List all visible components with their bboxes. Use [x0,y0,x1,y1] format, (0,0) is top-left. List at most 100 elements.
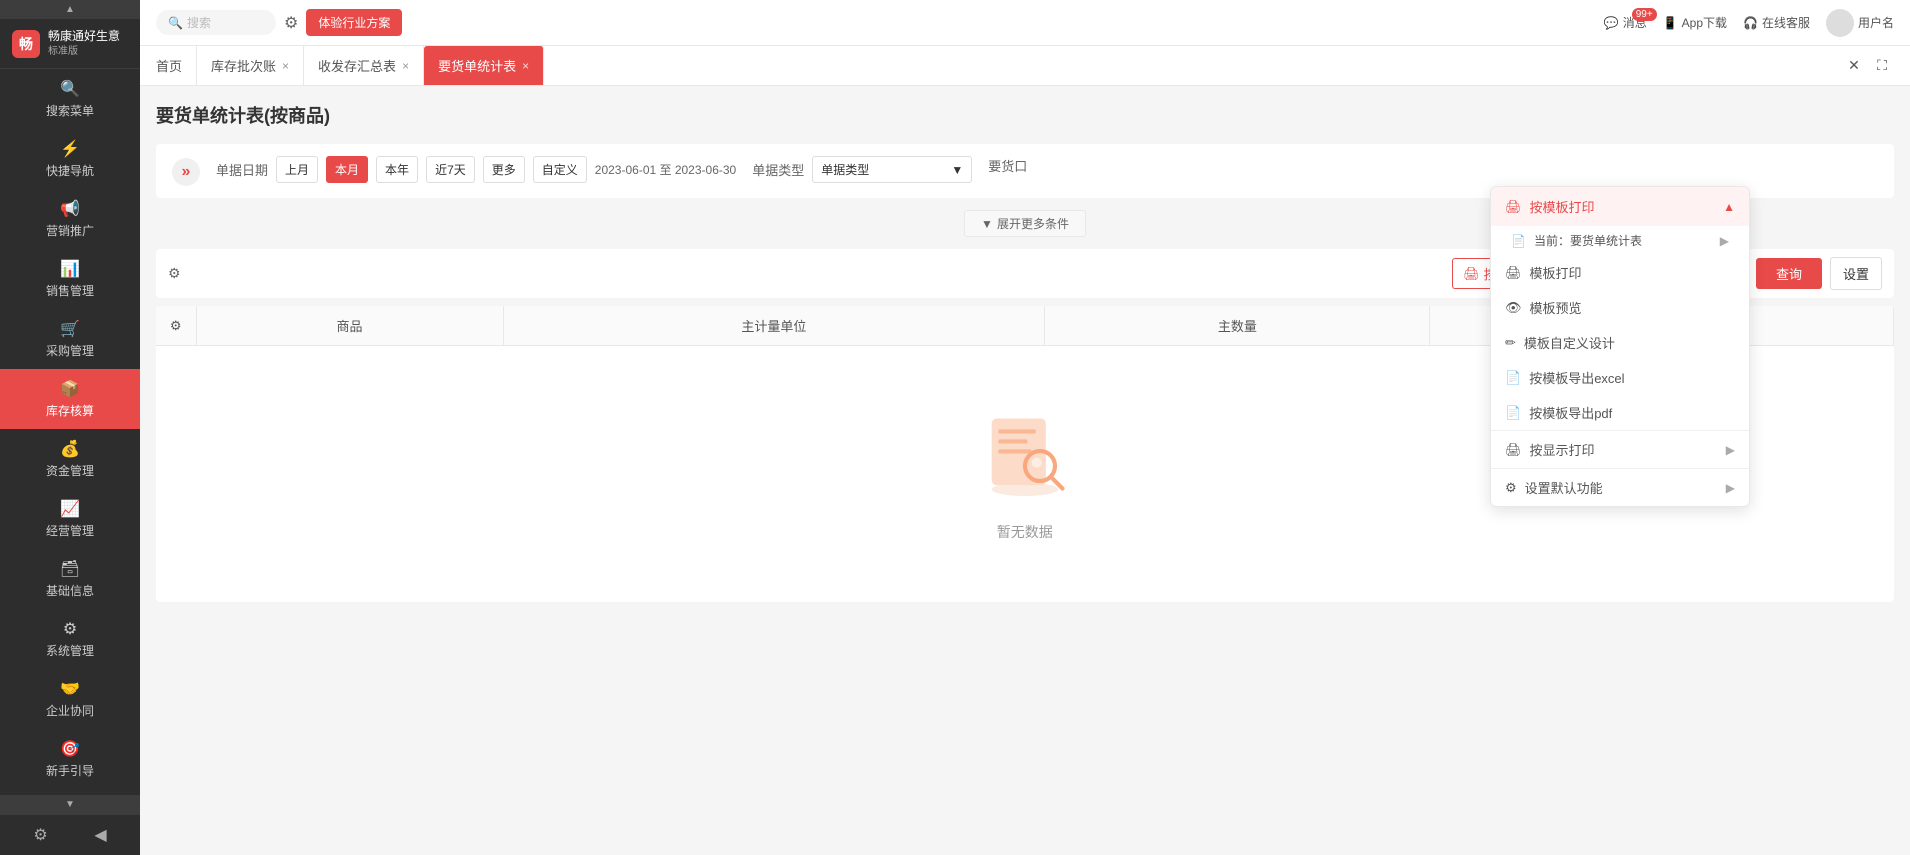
tab-inventory-batch[interactable]: 库存批次账 × [197,46,304,85]
empty-text: 暂无数据 [997,522,1053,542]
sidebar-item-quick-nav[interactable]: ⚡ 快捷导航 [0,129,140,189]
dropdown-display-print[interactable]: 🖨 按显示打印 ▶ [1491,430,1749,468]
quick-nav-icon: ⚡ [60,139,80,159]
sidebar-item-inventory[interactable]: 📦 库存核算 [0,369,140,429]
sidebar-item-operation[interactable]: 📈 经营管理 [0,489,140,549]
dropdown-item-template-print-left: 🖨 模板打印 [1505,263,1582,282]
dropdown-item-export-pdf-left: 📄 按模板导出pdf [1505,403,1612,422]
dropdown-set-default-label: 设置默认功能 [1525,478,1603,497]
sidebar-item-search[interactable]: 🔍 搜索菜单 [0,69,140,129]
sidebar-item-label: 新手引导 [46,762,94,779]
tab-close-all-btn[interactable]: ✕ [1842,54,1866,78]
dropdown-item-template-custom-left: ✏ 模板自定义设计 [1505,333,1615,352]
date-btn-custom[interactable]: 自定义 [533,156,587,183]
order-type-value: 单据类型 [821,161,869,178]
app-name: 畅康通好生意 标准版 [48,29,120,58]
expand-more-button[interactable]: ▼ 展开更多条件 [964,210,1086,237]
col-unit-header: 主计量单位 [503,306,1045,346]
dropdown-item-export-excel[interactable]: 📄 按模板导出excel [1491,360,1749,395]
app-download-item[interactable]: 📱 App下载 [1663,14,1727,31]
dropdown-item-export-pdf-label: 按模板导出pdf [1529,403,1612,422]
query-button[interactable]: 查询 [1756,258,1822,289]
filter-expand-btn[interactable]: » [172,158,200,186]
dropdown-title: 按模板打印 [1530,197,1595,216]
eye-icon: 👁 [1505,300,1522,316]
tab-maximize-btn[interactable]: ⛶ [1870,54,1894,78]
col-settings-header[interactable]: ⚙ [156,306,196,346]
header-gear-icon[interactable]: ⚙ [284,13,298,33]
dropdown-current-left: 📄 当前：要货单统计表 [1511,232,1642,249]
sidebar-item-label: 采购管理 [46,342,94,359]
tab-inventory-batch-label: 库存批次账 [211,56,276,75]
tab-receivable-summary-label: 收发存汇总表 [318,56,396,75]
date-filter-section: 单据日期 上月 本月 本年 近7天 更多 自定义 2023-06-01 至 20… [216,156,736,183]
date-btn-last-month[interactable]: 上月 [276,156,318,183]
column-settings-icon[interactable]: ⚙ [168,265,181,282]
sidebar-item-label: 基础信息 [46,582,94,599]
app-download-label: App下载 [1682,14,1727,31]
tab-inventory-batch-close[interactable]: × [282,59,289,73]
main-area: 🔍 搜索 ⚙ 体验行业方案 💬 消息 99+ 📱 App下载 🎧 在线客服 [140,0,1910,855]
default-icon: ⚙ [1505,480,1517,496]
dropdown-item-export-pdf[interactable]: 📄 按模板导出pdf [1491,395,1749,430]
dropdown-item-template-print[interactable]: 🖨 模板打印 [1491,255,1749,290]
sidebar-item-label: 销售管理 [46,282,94,299]
edit-icon: ✏ [1505,335,1516,351]
messages-item[interactable]: 💬 消息 99+ [1604,14,1647,31]
search-icon: 🔍 [168,16,183,30]
sidebar-item-basic[interactable]: 🗃 基础信息 [0,549,140,609]
trial-button[interactable]: 体验行业方案 [306,9,402,36]
sales-icon: 📊 [60,259,80,279]
inventory-icon: 📦 [60,379,80,399]
sidebar-item-label: 经营管理 [46,522,94,539]
tab-home[interactable]: 首页 [156,46,197,85]
pdf-icon: 📄 [1505,405,1521,421]
user-avatar-item[interactable]: 用户名 [1826,9,1894,37]
date-btn-more[interactable]: 更多 [483,156,525,183]
sidebar-item-label: 搜索菜单 [46,102,94,119]
collapse-footer-icon[interactable]: ◀ [94,825,106,845]
tab-receivable-summary[interactable]: 收发存汇总表 × [304,46,424,85]
tab-order-stats-close[interactable]: × [522,59,529,73]
tab-receivable-summary-close[interactable]: × [402,59,409,73]
dropdown-item-template-custom[interactable]: ✏ 模板自定义设计 [1491,325,1749,360]
dropdown-current-label-row: 📄 当前：要货单统计表 ▶ [1491,226,1749,255]
sidebar-item-system[interactable]: ⚙ 系统管理 [0,609,140,669]
settings-button[interactable]: 设置 [1830,257,1882,290]
set-default-chevron: ▶ [1726,481,1735,495]
page-content: 要货单统计表(按商品) » 单据日期 上月 本月 本年 近7天 更多 自定义 2… [140,86,1910,855]
search-icon: 🔍 [60,79,80,99]
sidebar-item-marketing[interactable]: 📢 营销推广 [0,189,140,249]
sidebar-item-sales[interactable]: 📊 销售管理 [0,249,140,309]
date-range-display: 2023-06-01 至 2023-06-30 [595,161,736,178]
settings-footer-icon[interactable]: ⚙ [33,825,47,845]
sidebar-item-label: 快捷导航 [46,162,94,179]
date-label: 单据日期 [216,160,268,179]
dropdown-item-export-excel-label: 按模板导出excel [1529,368,1624,387]
table-settings-icon[interactable]: ⚙ [170,318,182,333]
sidebar-item-guide[interactable]: 🎯 新手引导 [0,729,140,789]
sidebar-scroll-up[interactable]: ▲ [0,0,140,19]
sidebar-nav: 🔍 搜索菜单 ⚡ 快捷导航 📢 营销推广 📊 销售管理 🛒 采购管理 📦 库存核… [0,69,140,795]
header-right: 💬 消息 99+ 📱 App下载 🎧 在线客服 用户名 [1604,9,1894,37]
system-icon: ⚙ [63,619,77,639]
dropdown-header[interactable]: 🖨 按模板打印 ▲ [1491,187,1749,226]
online-service-item[interactable]: 🎧 在线客服 [1743,14,1810,31]
dropdown-set-default[interactable]: ⚙ 设置默认功能 ▶ [1491,468,1749,506]
sidebar-scroll-down[interactable]: ▼ [0,795,140,814]
date-btn-7days[interactable]: 近7天 [426,156,475,183]
order-type-label: 单据类型 [752,160,804,179]
tab-order-stats[interactable]: 要货单统计表 × [424,46,544,85]
date-btn-this-year[interactable]: 本年 [376,156,418,183]
sidebar-item-finance[interactable]: 💰 资金管理 [0,429,140,489]
sidebar-item-enterprise[interactable]: 🤝 企业协同 [0,669,140,729]
purchase-icon: 🛒 [60,319,80,339]
search-placeholder-text: 搜索 [187,14,211,31]
dropdown-item-template-preview[interactable]: 👁 模板预览 [1491,290,1749,325]
date-btn-this-month[interactable]: 本月 [326,156,368,183]
header-search-box[interactable]: 🔍 搜索 [156,10,276,35]
sidebar-item-purchase[interactable]: 🛒 采购管理 [0,309,140,369]
dropdown-header-left: 🖨 按模板打印 [1505,197,1595,216]
chevron-down-icon: ▼ [951,163,963,177]
order-type-select[interactable]: 单据类型 ▼ [812,156,972,183]
